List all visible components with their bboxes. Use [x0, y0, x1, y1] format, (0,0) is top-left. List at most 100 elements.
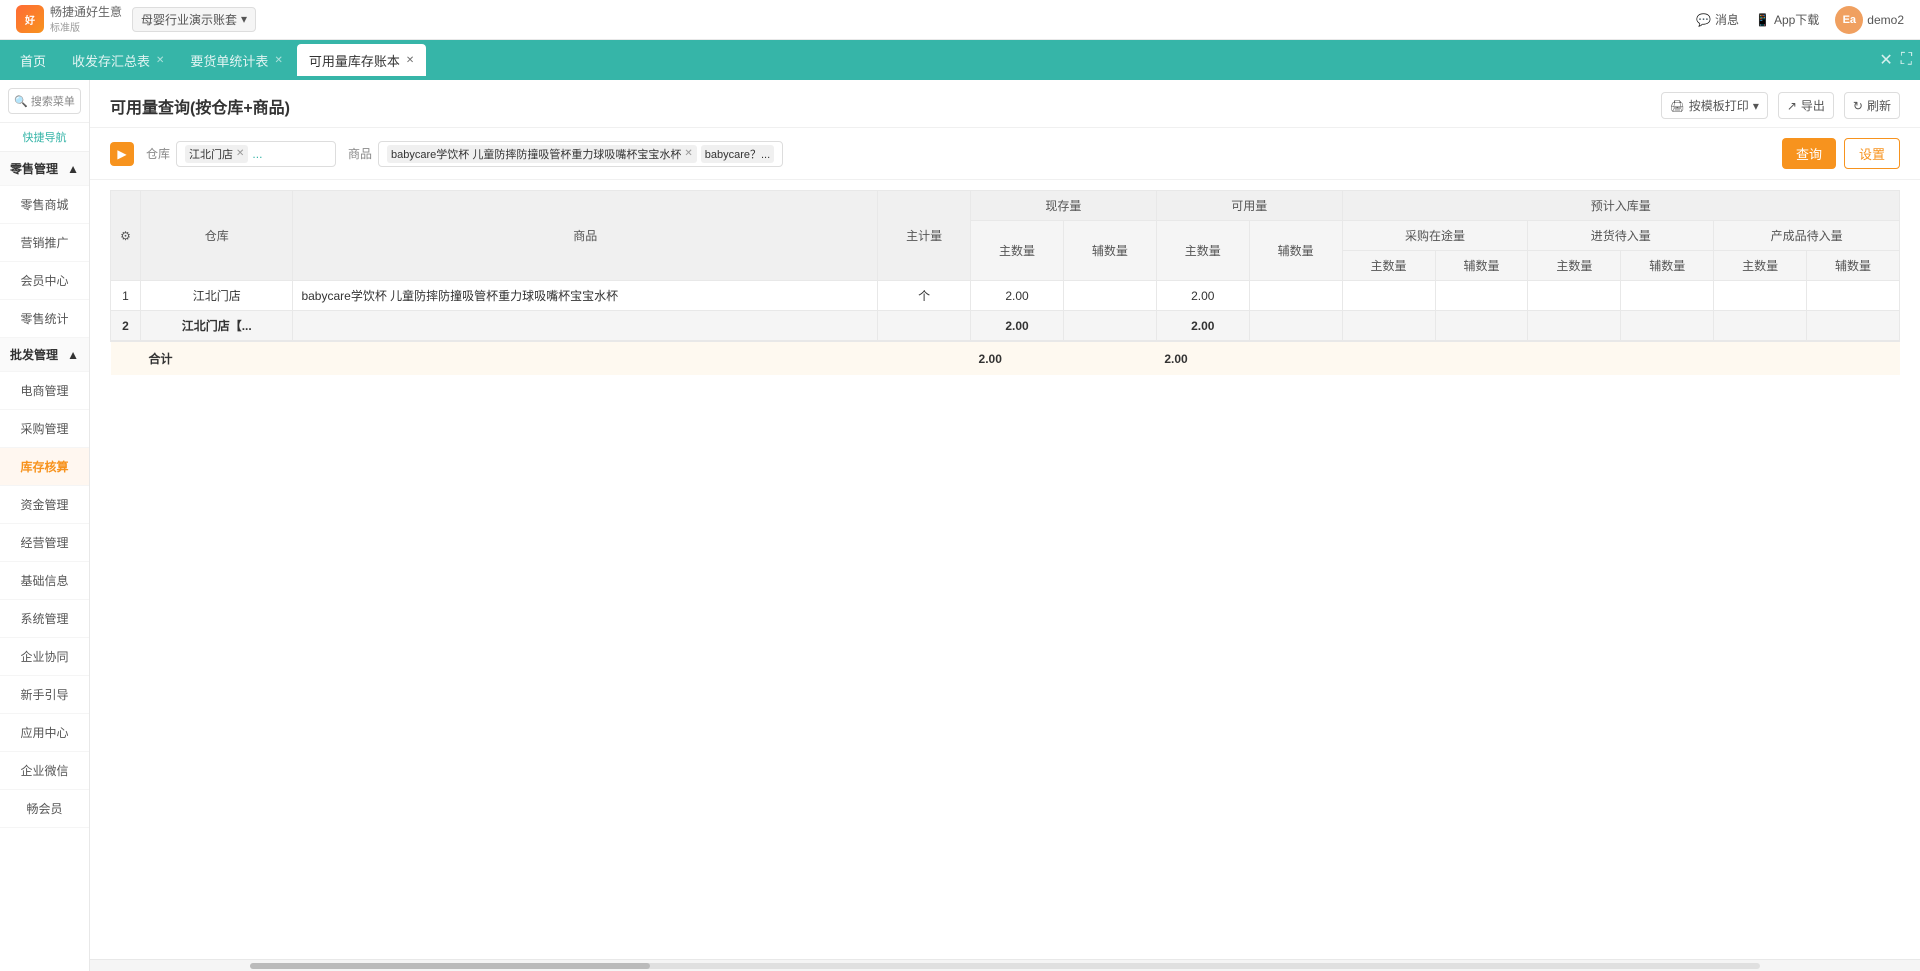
sidebar-item-basic-info[interactable]: 基础信息	[0, 562, 89, 600]
sidebar-item-operations[interactable]: 经营管理	[0, 524, 89, 562]
product-input[interactable]: babycare学饮杯 儿童防摔防撞吸管杯重力球吸嘴杯宝宝水杯 ✕ babyca…	[378, 141, 783, 167]
col-warehouse: 仓库	[141, 191, 293, 281]
col-unit: 主计量	[878, 191, 971, 281]
filter-area: ▶ 仓库 江北门店 ✕ ... 商品 babycare学饮杯 儿童防摔防撞吸管杯…	[90, 128, 1920, 180]
search-menu-btn[interactable]: 🔍 搜索菜单	[8, 88, 81, 114]
cell-stock-aux	[1063, 281, 1156, 311]
footer-empty-1	[111, 341, 141, 375]
sidebar-item-retail-stats[interactable]: 零售统计	[0, 300, 89, 338]
footer-empty-3	[878, 341, 971, 375]
table-row: 1 江北门店 babycare学饮杯 儿童防摔防撞吸管杯重力球吸嘴杯宝宝水杯 个…	[111, 281, 1900, 311]
horizontal-scrollbar[interactable]	[90, 959, 1920, 971]
tab-order-stats[interactable]: 要货单统计表 ✕	[178, 44, 294, 76]
tab-bar-right: ✕ ⛶	[1879, 50, 1912, 70]
close-tab-btn[interactable]: ✕	[1879, 50, 1892, 70]
cell-avail-main: 2.00	[1156, 281, 1249, 311]
top-bar-right: 💬 消息 📱 App下载 Ea demo2	[1696, 6, 1904, 34]
col-stock-main: 主数量	[971, 221, 1064, 281]
query-btn[interactable]: 查询	[1782, 138, 1836, 169]
sidebar-item-purchase[interactable]: 采购管理	[0, 410, 89, 448]
col-forecast: 预计入库量	[1342, 191, 1899, 221]
logo-sub: 标准版	[50, 19, 122, 34]
col-inc-aux: 辅数量	[1621, 251, 1714, 281]
export-icon: ↗	[1787, 99, 1797, 113]
sidebar-item-wechat[interactable]: 企业微信	[0, 752, 89, 790]
chevron-down-icon: ▾	[241, 12, 247, 26]
warehouse-more[interactable]: ...	[252, 147, 262, 161]
main-layout: 🔍 搜索菜单 快捷导航 零售管理 ▲ 零售商城 营销推广 会员中心 零售统计 批…	[0, 80, 1920, 971]
print-btn[interactable]: 🖨 按模板打印 ▾	[1661, 92, 1768, 119]
chevron-icon: ▲	[67, 162, 79, 176]
warehouse-filter-group: 仓库 江北门店 ✕ ...	[146, 141, 336, 167]
cell-avail-aux	[1249, 281, 1342, 311]
tab-receive-label: 收发存汇总表	[72, 51, 150, 70]
logo-text-block: 畅捷通好生意 标准版	[50, 5, 122, 34]
expand-icon: ▶	[117, 147, 126, 161]
sidebar-item-retail-mall[interactable]: 零售商城	[0, 186, 89, 224]
sidebar-item-app-center[interactable]: 应用中心	[0, 714, 89, 752]
warehouse-tag-close[interactable]: ✕	[236, 148, 244, 159]
sidebar-item-system[interactable]: 系统管理	[0, 600, 89, 638]
sidebar-item-retail-mgmt[interactable]: 零售管理 ▲	[0, 152, 89, 186]
col-incoming: 进货待入量	[1528, 221, 1714, 251]
cell-product-2	[293, 311, 878, 342]
cell-pur-aux	[1435, 281, 1528, 311]
col-production: 产成品待入量	[1714, 221, 1900, 251]
tab-order-close[interactable]: ✕	[274, 55, 282, 66]
cell-prod-main-2	[1714, 311, 1807, 342]
sidebar-item-wholesale-mgmt[interactable]: 批发管理 ▲	[0, 338, 89, 372]
footer-stock-aux	[1063, 341, 1156, 375]
scrollbar-thumb[interactable]	[250, 963, 650, 969]
avatar: Ea	[1835, 6, 1863, 34]
sidebar-item-finance[interactable]: 资金管理	[0, 486, 89, 524]
cell-warehouse: 江北门店	[141, 281, 293, 311]
tab-receive-close[interactable]: ✕	[156, 55, 164, 66]
settings-btn[interactable]: 设置	[1844, 138, 1900, 169]
sidebar-item-ecommerce[interactable]: 电商管理	[0, 372, 89, 410]
footer-avail-aux	[1249, 341, 1342, 375]
cell-avail-main-2: 2.00	[1156, 311, 1249, 342]
footer-pur-main	[1342, 341, 1435, 375]
footer-label: 合计	[141, 341, 293, 375]
user-profile[interactable]: Ea demo2	[1835, 6, 1904, 34]
filter-expand-btn[interactable]: ▶	[110, 142, 134, 166]
col-settings[interactable]: ⚙	[111, 191, 141, 281]
username: demo2	[1867, 13, 1904, 27]
sidebar-item-enterprise[interactable]: 企业协同	[0, 638, 89, 676]
cell-pur-main	[1342, 281, 1435, 311]
sidebar-search: 🔍 搜索菜单	[0, 80, 89, 123]
refresh-btn[interactable]: ↻ 刷新	[1844, 92, 1900, 119]
sidebar-item-inventory[interactable]: 库存核算	[0, 448, 89, 486]
sidebar-item-newbie[interactable]: 新手引导	[0, 676, 89, 714]
col-prod-aux: 辅数量	[1807, 251, 1900, 281]
cell-inc-aux	[1621, 281, 1714, 311]
sidebar-item-member[interactable]: 会员中心	[0, 262, 89, 300]
cell-pur-aux-2	[1435, 311, 1528, 342]
table-area: ⚙ 仓库 商品 主计量 现存量 可用量 预计入库量 主数量 辅数量 主数量 辅数…	[90, 180, 1920, 959]
col-inc-main: 主数量	[1528, 251, 1621, 281]
sidebar-item-marketing[interactable]: 营销推广	[0, 224, 89, 262]
sidebar-item-member2[interactable]: 畅会员	[0, 790, 89, 828]
export-btn[interactable]: ↗ 导出	[1778, 92, 1834, 119]
cell-unit: 个	[878, 281, 971, 311]
app-download-btn[interactable]: 📱 App下载	[1755, 11, 1819, 28]
message-icon: 💬	[1696, 13, 1711, 27]
product-tag-1-close[interactable]: ✕	[684, 148, 692, 159]
col-pur-main: 主数量	[1342, 251, 1435, 281]
page-header: 可用量查询(按仓库+商品) 🖨 按模板打印 ▾ ↗ 导出 ↻ 刷新	[90, 80, 1920, 128]
quick-nav-btn[interactable]: 快捷导航	[0, 123, 89, 152]
cell-inc-aux-2	[1621, 311, 1714, 342]
tab-home-label: 首页	[20, 51, 46, 70]
tab-receive-summary[interactable]: 收发存汇总表 ✕	[60, 44, 176, 76]
warehouse-input[interactable]: 江北门店 ✕ ...	[176, 141, 336, 167]
message-btn[interactable]: 💬 消息	[1696, 11, 1739, 28]
tab-available-stock[interactable]: 可用量库存账本 ✕	[297, 44, 426, 76]
top-bar: 好 畅捷通好生意 标准版 母婴行业演示账套 ▾ 💬 消息 📱 App下载 Ea …	[0, 0, 1920, 40]
tab-available-close[interactable]: ✕	[406, 55, 414, 66]
cell-warehouse-2: 江北门店【...	[141, 311, 293, 342]
col-prod-main: 主数量	[1714, 251, 1807, 281]
industry-selector[interactable]: 母婴行业演示账套 ▾	[132, 7, 256, 32]
tab-home[interactable]: 首页	[8, 44, 58, 76]
fullscreen-btn[interactable]: ⛶	[1901, 51, 1912, 69]
footer-inc-aux	[1621, 341, 1714, 375]
